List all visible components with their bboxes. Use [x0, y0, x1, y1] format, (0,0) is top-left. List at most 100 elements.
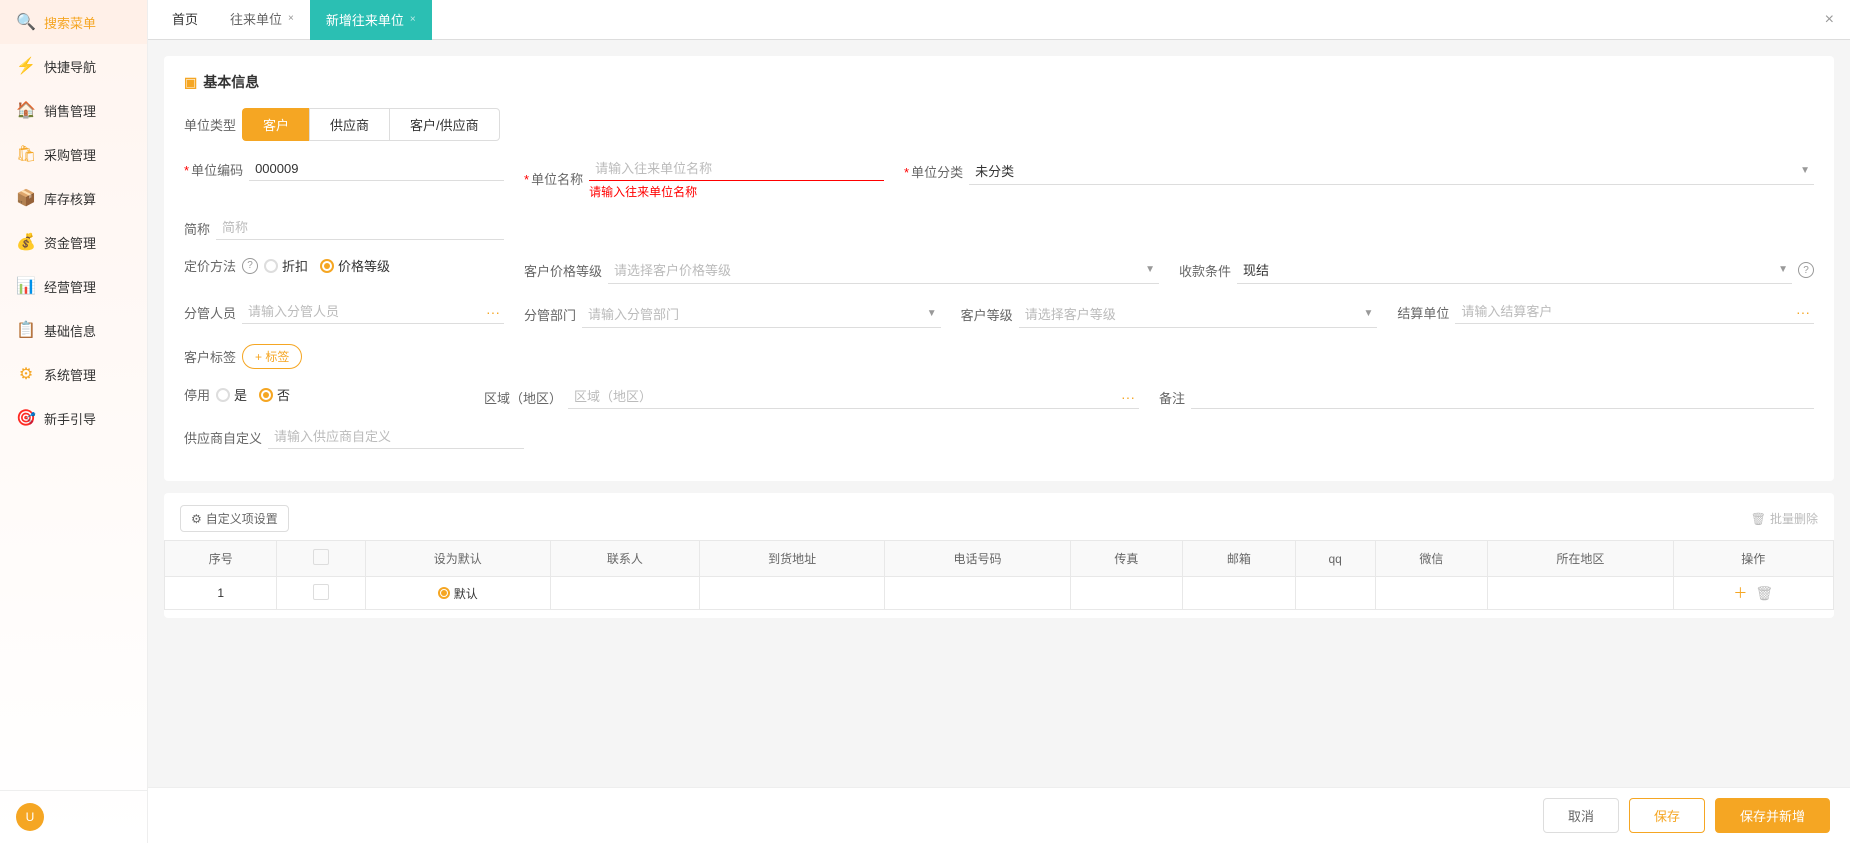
unit-name-field: 单位名称 请输入往来单位名称 [524, 157, 884, 200]
unit-name-input-wrap [589, 157, 884, 181]
manager-input[interactable] [242, 300, 482, 323]
payment-terms-help-icon[interactable]: ? [1798, 262, 1814, 278]
region-more-icon[interactable]: ··· [1117, 389, 1139, 405]
cancel-button[interactable]: 取消 [1543, 798, 1619, 833]
payment-terms-select[interactable]: 现结 ▼ [1237, 256, 1792, 284]
basic-icon: 📋 [16, 320, 36, 340]
sidebar-item-inventory[interactable]: 📦 库存核算 [0, 176, 147, 220]
td-address [699, 577, 884, 610]
sidebar-footer: U [0, 790, 147, 843]
delete-row-icon[interactable]: 🗑 [1755, 585, 1773, 602]
customer-level-field: 客户等级 请选择客户等级 ▼ [961, 300, 1378, 328]
pricing-help-icon[interactable]: ? [242, 258, 258, 274]
save-button[interactable]: 保存 [1629, 798, 1705, 833]
unit-name-input[interactable] [589, 157, 884, 180]
settlement-unit-field: 结算单位 ··· [1397, 300, 1814, 324]
close-contacts-tab[interactable]: × [288, 13, 294, 24]
tab-contacts[interactable]: 往来单位 × [214, 0, 310, 40]
custom-settings-button[interactable]: ⚙ 自定义项设置 [180, 505, 289, 532]
sidebar-item-guide[interactable]: 🎯 新手引导 [0, 396, 147, 440]
batch-delete-button[interactable]: 🗑 批量删除 [1751, 510, 1818, 527]
trash-icon: 🗑 [1751, 512, 1766, 526]
unit-code-input[interactable] [249, 157, 504, 180]
radio-yes-circle [216, 388, 230, 402]
customer-price-level-select[interactable]: 请选择客户价格等级 ▼ [608, 256, 1159, 284]
sidebar-item-operations[interactable]: 📊 经营管理 [0, 264, 147, 308]
manager-more-icon[interactable]: ··· [482, 304, 504, 320]
purchase-icon: 🛍 [16, 144, 36, 164]
short-name-row: 简称 [184, 216, 1814, 240]
customer-level-label: 客户等级 [961, 305, 1013, 324]
region-input[interactable] [568, 385, 1117, 408]
td-phone [885, 577, 1070, 610]
sidebar-item-system[interactable]: ⚙ 系统管理 [0, 352, 147, 396]
table-toolbar: ⚙ 自定义项设置 🗑 批量删除 [164, 501, 1834, 540]
unit-code-label: 单位编码 [184, 160, 243, 179]
pricing-radio-group: 折扣 价格等级 [264, 256, 390, 275]
inventory-icon: 📦 [16, 188, 36, 208]
basic-info-section: ▣ 基本信息 单位类型 客户 供应商 客户/供应商 单位编码 [164, 56, 1834, 481]
th-region: 所在地区 [1488, 541, 1673, 577]
manager-input-wrap: ··· [242, 300, 504, 324]
btn-supplier[interactable]: 供应商 [309, 108, 389, 141]
customer-level-select[interactable]: 请选择客户等级 ▼ [1019, 300, 1378, 328]
remark-input[interactable] [1191, 385, 1814, 408]
settlement-unit-input[interactable] [1455, 300, 1792, 323]
radio-yes[interactable]: 是 [216, 385, 247, 404]
radio-discount[interactable]: 折扣 [264, 256, 308, 275]
tab-new-contact[interactable]: 新增往来单位 × [310, 0, 432, 40]
unit-code-field: 单位编码 [184, 157, 504, 181]
tab-bar: 首页 往来单位 × 新增往来单位 × × [148, 0, 1850, 40]
select-all-checkbox[interactable] [313, 549, 329, 565]
manager-label: 分管人员 [184, 303, 236, 322]
close-all-tabs[interactable]: × [1817, 11, 1842, 29]
td-contact [550, 577, 699, 610]
section-title: ▣ 基本信息 [184, 72, 1814, 92]
department-label: 分管部门 [524, 305, 576, 324]
unit-name-label: 单位名称 [524, 169, 583, 188]
td-email [1183, 577, 1295, 610]
sidebar-item-quick-nav[interactable]: ⚡ 快捷导航 [0, 44, 147, 88]
pricing-row: 定价方法 ? 折扣 价格等级 客户价格等级 [184, 256, 1814, 284]
radio-no[interactable]: 否 [259, 385, 290, 404]
row-checkbox[interactable] [313, 584, 329, 600]
short-name-input[interactable] [216, 216, 504, 239]
sidebar-item-purchase[interactable]: 🛍 采购管理 [0, 132, 147, 176]
remark-field: 备注 [1159, 385, 1814, 409]
radio-price-level[interactable]: 价格等级 [320, 256, 390, 275]
unit-category-field: 单位分类 未分类 ▼ [904, 157, 1814, 185]
add-tag-button[interactable]: + 标签 [242, 344, 302, 369]
btn-both[interactable]: 客户/供应商 [389, 108, 500, 141]
save-and-new-button[interactable]: 保存并新增 [1715, 798, 1830, 833]
region-field: 区域（地区） ··· [484, 385, 1139, 409]
pricing-label: 定价方法 [184, 256, 236, 275]
btn-customer[interactable]: 客户 [242, 108, 309, 141]
region-input-wrap: ··· [568, 385, 1139, 409]
operations-icon: 📊 [16, 276, 36, 296]
th-qq: qq [1295, 541, 1375, 577]
td-actions: ＋ 🗑 [1673, 577, 1833, 610]
search-icon: 🔍 [16, 12, 36, 32]
default-radio[interactable] [438, 587, 450, 599]
sidebar-item-sales[interactable]: 🏠 销售管理 [0, 88, 147, 132]
sidebar-search[interactable]: 🔍 搜索菜单 [0, 0, 147, 44]
th-actions: 操作 [1673, 541, 1833, 577]
add-row-icon[interactable]: ＋ [1733, 583, 1747, 603]
sidebar-item-finance[interactable]: 💰 资金管理 [0, 220, 147, 264]
unit-name-error: 请输入往来单位名称 [589, 183, 884, 200]
unit-type-buttons: 客户 供应商 客户/供应商 [242, 108, 500, 141]
unit-category-select[interactable]: 未分类 ▼ [969, 157, 1814, 185]
department-select[interactable]: 请输入分管部门 ▼ [582, 300, 941, 328]
close-new-contact-tab[interactable]: × [410, 14, 416, 25]
remark-label: 备注 [1159, 388, 1185, 407]
tab-home[interactable]: 首页 [156, 0, 214, 40]
sidebar-item-basic[interactable]: 📋 基础信息 [0, 308, 147, 352]
th-address: 到货地址 [699, 541, 884, 577]
unit-type-row: 单位类型 客户 供应商 客户/供应商 [184, 108, 1814, 141]
supplier-custom-input[interactable] [268, 425, 524, 448]
th-wechat: 微信 [1375, 541, 1487, 577]
tag-row: 客户标签 + 标签 [184, 344, 1814, 369]
unit-code-input-wrap [249, 157, 504, 181]
settlement-more-icon[interactable]: ··· [1792, 304, 1814, 320]
category-arrow-icon: ▼ [1800, 165, 1810, 176]
